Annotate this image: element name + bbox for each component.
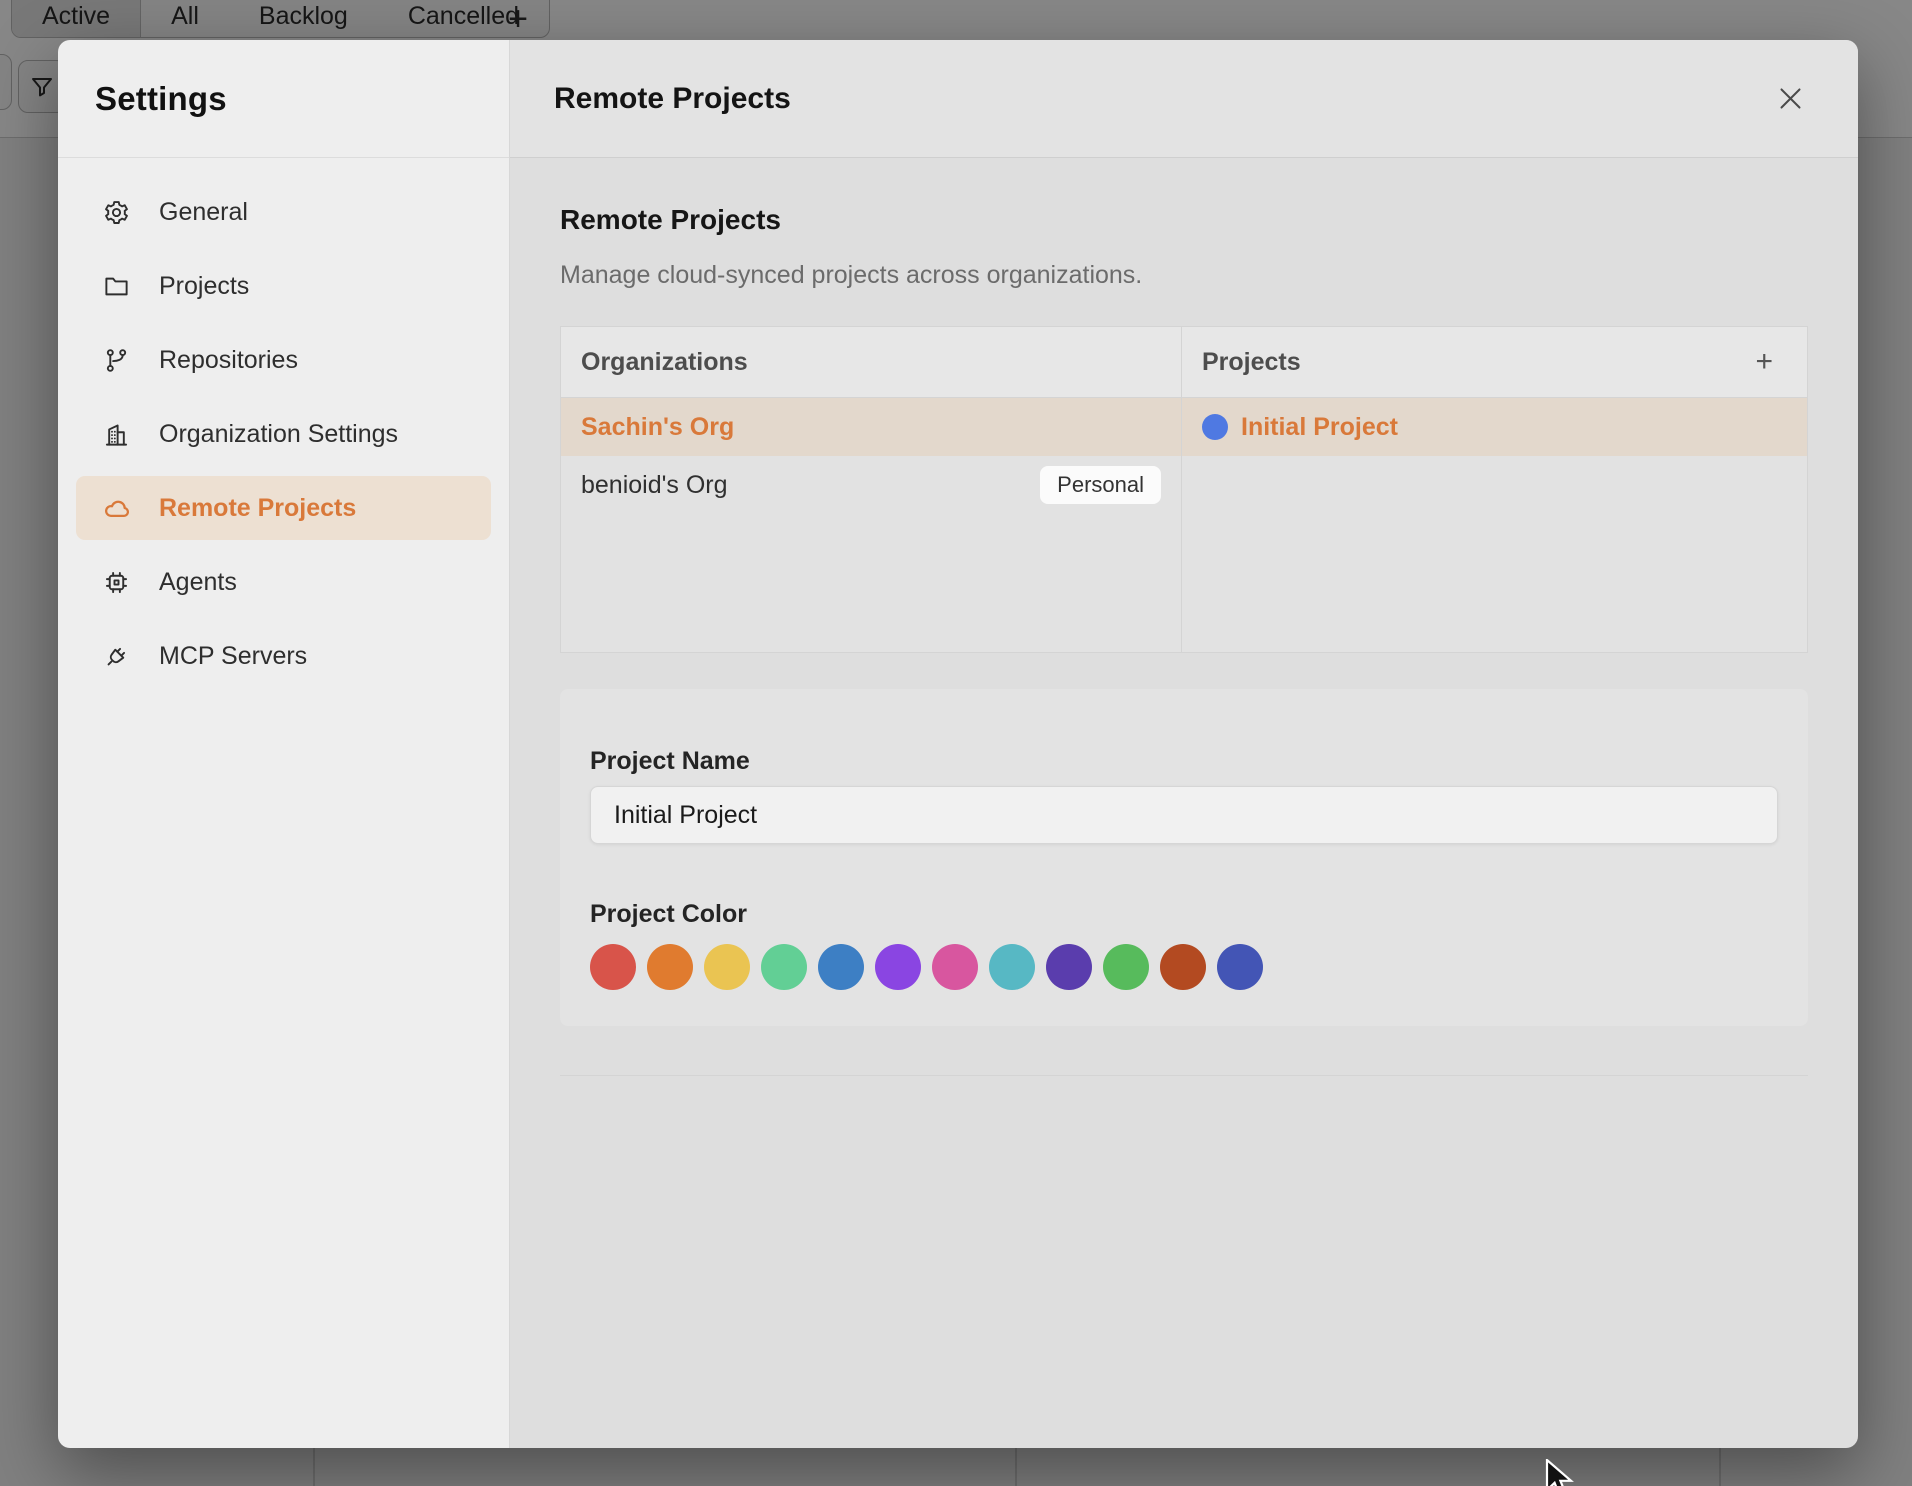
projects-header: Projects + [1181,327,1807,398]
color-swatch-orange[interactable] [647,944,693,990]
organizations-filler [561,514,1181,652]
org-row-sachins-org[interactable]: Sachin's Org [561,398,1181,456]
color-swatch-green[interactable] [1103,944,1149,990]
project-color-label: Project Color [590,900,747,928]
project-name: Initial Project [1241,412,1398,441]
sidebar-item-general[interactable]: General [76,180,491,244]
building-icon [105,424,128,446]
org-projects-table: Organizations Projects + Sachin's Org In… [560,326,1808,653]
project-name-label: Project Name [590,747,750,775]
settings-modal: Settings General Projects Repositories O… [58,40,1858,1448]
project-detail-card: Project Name Project Color [560,689,1808,1026]
organizations-header-label: Organizations [581,347,748,376]
cloud-icon [105,500,129,517]
color-swatch-pink[interactable] [932,944,978,990]
color-swatch-deep-purple[interactable] [1046,944,1092,990]
project-name-input[interactable] [590,786,1778,844]
panel-title: Remote Projects [554,81,791,115]
sidebar-item-label: Projects [159,271,250,300]
projects-header-label: Projects [1202,347,1301,376]
projects-filler [1181,514,1807,652]
plug-icon [107,647,126,665]
sidebar-item-label: MCP Servers [159,641,308,670]
settings-sidebar: Settings General Projects Repositories O… [58,40,510,1448]
content-divider [560,1075,1808,1076]
panel-content: Remote Projects Manage cloud-synced proj… [510,158,1858,1076]
color-swatch-red[interactable] [590,944,636,990]
project-color-dot [1202,414,1228,440]
sidebar-item-repositories[interactable]: Repositories [76,328,491,392]
color-swatch-mint[interactable] [761,944,807,990]
sidebar-item-label: Remote Projects [159,493,357,522]
projects-empty-cell [1181,456,1807,514]
personal-badge: Personal [1040,466,1161,504]
sidebar-item-label: Organization Settings [159,419,399,448]
close-icon [1779,88,1801,109]
sidebar-item-organization-settings[interactable]: Organization Settings [76,402,491,466]
project-color-swatches [590,944,1778,990]
sidebar-item-mcp-servers[interactable]: MCP Servers [76,624,491,688]
sidebar-item-label: Agents [159,567,237,596]
chip-icon [105,571,128,593]
sidebar-item-agents[interactable]: Agents [76,550,491,614]
sidebar-item-remote-projects[interactable]: Remote Projects [76,476,491,540]
panel-header: Remote Projects [510,40,1858,158]
sidebar-item-label: Repositories [159,345,298,374]
org-name: benioid's Org [581,470,728,499]
git-branch-icon [106,348,127,372]
color-swatch-purple[interactable] [875,944,921,990]
color-swatch-blue[interactable] [818,944,864,990]
organizations-header: Organizations [561,327,1181,398]
settings-title: Settings [95,79,227,117]
color-swatch-indigo[interactable] [1217,944,1263,990]
settings-nav: General Projects Repositories Organizati… [58,158,509,710]
folder-icon [105,277,128,295]
section-title: Remote Projects [560,204,781,235]
color-swatch-teal[interactable] [989,944,1035,990]
org-name: Sachin's Org [581,412,735,441]
close-button[interactable] [1770,79,1810,119]
color-swatch-yellow[interactable] [704,944,750,990]
project-row-initial-project[interactable]: Initial Project [1181,398,1807,456]
section-subtitle: Manage cloud-synced projects across orga… [560,261,1143,289]
settings-panel: Remote Projects Remote Projects Manage c… [510,40,1858,1448]
org-row-benioids-org[interactable]: benioid's Org Personal [561,456,1181,514]
screen: { "backdrop": { "tab_bar": { "tabs": [ {… [0,0,1912,1486]
gear-icon [105,200,128,224]
mouse-cursor [1545,1459,1574,1486]
sidebar-item-projects[interactable]: Projects [76,254,491,318]
sidebar-item-label: General [159,197,248,226]
settings-sidebar-header: Settings [58,40,509,158]
color-swatch-rust[interactable] [1160,944,1206,990]
add-project-icon[interactable]: + [1755,345,1787,379]
